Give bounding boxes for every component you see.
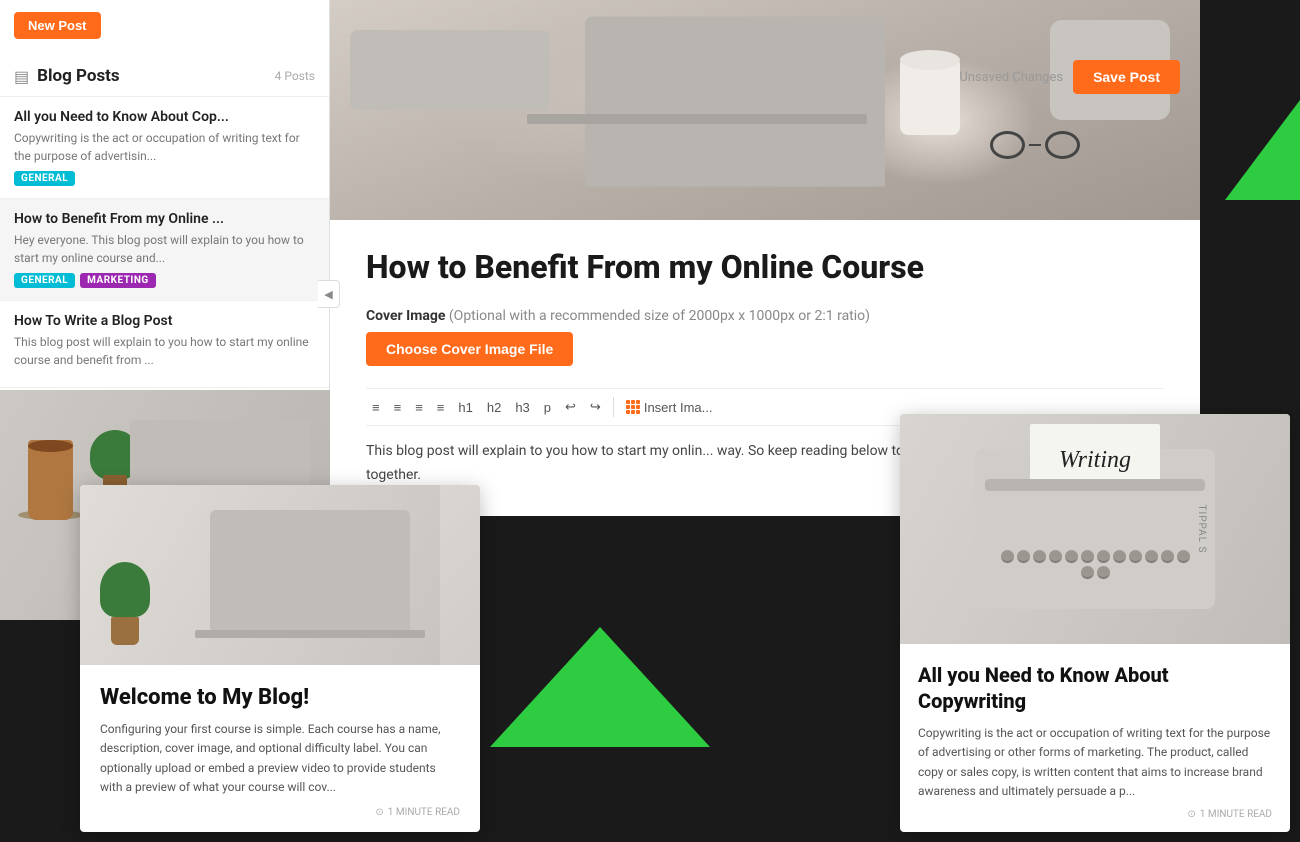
tag-marketing-2: MARKETING (80, 273, 156, 288)
insert-image-label: Insert Ima... (644, 400, 713, 415)
post-excerpt-2: Hey everyone. This blog post will explai… (14, 231, 315, 267)
sidebar-item-online-course[interactable]: How to Benefit From my Online ... Hey ev… (0, 199, 329, 301)
insert-image-grid-icon (626, 400, 640, 414)
collapse-sidebar-button[interactable]: ◀ (318, 280, 340, 308)
copy-card-title: All you Need to Know About Copywriting (918, 662, 1272, 714)
undo-button[interactable]: ↩ (559, 395, 582, 419)
post-excerpt-1: Copywriting is the act or occupation of … (14, 129, 315, 165)
post-excerpt-3: This blog post will explain to you how t… (14, 333, 315, 369)
post-title-2: How to Benefit From my Online ... (14, 211, 315, 227)
post-count: 4 Posts (275, 69, 315, 83)
sidebar-item-write-blog[interactable]: How To Write a Blog Post This blog post … (0, 301, 329, 388)
post-tags-1: GENERAL (14, 171, 315, 186)
toolbar-separator (613, 397, 614, 417)
cover-image-label: Cover Image (Optional with a recommended… (366, 308, 1164, 324)
welcome-card: Welcome to My Blog! Configuring your fir… (80, 485, 480, 832)
new-post-button[interactable]: New Post (14, 12, 101, 39)
align-right-button[interactable]: ≡ (409, 396, 429, 419)
sidebar-item-copywriting[interactable]: All you Need to Know About Cop... Copywr… (0, 97, 329, 199)
editor-cover-image (330, 0, 1200, 220)
heading2-button[interactable]: h2 (481, 396, 507, 419)
unsaved-changes-label: Unsaved Changes (959, 70, 1063, 85)
insert-image-button[interactable]: Insert Ima... (620, 396, 719, 419)
post-tags-2: GENERAL MARKETING (14, 273, 315, 288)
green-triangle-top-right (1225, 100, 1300, 200)
sidebar-title: Blog Posts (37, 66, 120, 86)
align-justify-button[interactable]: ≡ (431, 396, 451, 419)
copy-card-body: All you Need to Know About Copywriting C… (900, 644, 1290, 832)
copy-card-read-time: ⊙ 1 MINUTE READ (918, 809, 1272, 820)
clock-icon: ⊙ (375, 807, 383, 818)
post-title-1: All you Need to Know About Cop... (14, 109, 315, 125)
save-post-button[interactable]: Save Post (1073, 60, 1180, 94)
copy-card-image: Writing (900, 414, 1290, 644)
green-triangle-bottom-center (490, 627, 710, 747)
tag-general-1: GENERAL (14, 171, 75, 186)
welcome-card-read-time: ⊙ 1 MINUTE READ (100, 807, 460, 818)
heading1-button[interactable]: h1 (452, 396, 478, 419)
paragraph-button[interactable]: p (538, 396, 557, 419)
blog-post-icon: ▤ (14, 67, 29, 86)
tag-general-2: GENERAL (14, 273, 75, 288)
clock-icon-copy: ⊙ (1187, 809, 1195, 820)
copy-card-text: Copywriting is the act or occupation of … (918, 724, 1272, 801)
editor-post-title: How to Benefit From my Online Course (366, 248, 1164, 286)
editor-toolbar-bar: Unsaved Changes Save Post (959, 60, 1180, 94)
choose-cover-image-button[interactable]: Choose Cover Image File (366, 332, 573, 366)
collapse-arrow-icon: ◀ (324, 288, 332, 301)
heading3-button[interactable]: h3 (509, 396, 535, 419)
align-left-button[interactable]: ≡ (366, 396, 386, 419)
welcome-card-title: Welcome to My Blog! (100, 685, 460, 710)
redo-button[interactable]: ↪ (584, 395, 607, 419)
post-title-3: How To Write a Blog Post (14, 313, 315, 329)
copy-card: Writing (900, 414, 1290, 832)
welcome-card-text: Configuring your first course is simple.… (100, 720, 460, 797)
welcome-card-body: Welcome to My Blog! Configuring your fir… (80, 665, 480, 832)
sidebar-header: ▤ Blog Posts 4 Posts (0, 50, 329, 97)
welcome-card-image (80, 485, 480, 665)
align-center-button[interactable]: ≡ (388, 396, 408, 419)
